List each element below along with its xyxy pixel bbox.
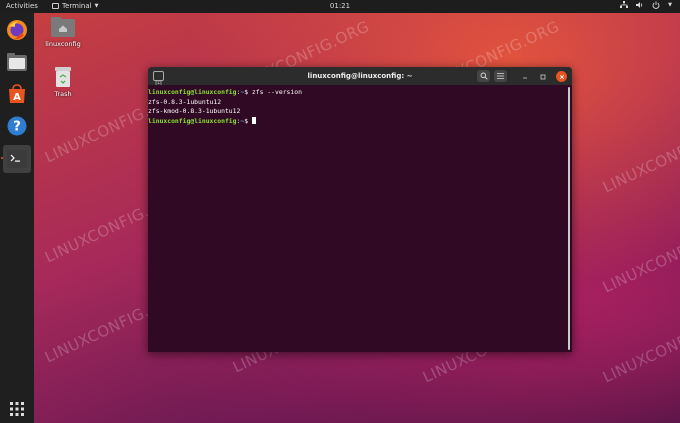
watermark: LINUXCONFIG.ORG xyxy=(600,307,680,387)
prompt-user: linuxconfig@linuxconfig xyxy=(148,116,237,125)
clock[interactable]: 01:21 xyxy=(0,2,680,10)
dock-item-firefox[interactable] xyxy=(4,17,30,43)
firefox-icon xyxy=(7,20,27,40)
desktop-home-folder[interactable]: linuxconfig xyxy=(43,17,83,48)
maximize-icon xyxy=(540,74,545,79)
files-icon xyxy=(7,53,27,71)
software-icon: A xyxy=(9,84,25,103)
terminal-scrollbar[interactable] xyxy=(568,87,570,350)
help-icon: ? xyxy=(7,116,27,136)
search-icon xyxy=(480,72,488,80)
window-title: linuxconfig@linuxconfig: ~ xyxy=(307,72,413,80)
trash-icon xyxy=(55,67,71,87)
menu-button[interactable] xyxy=(494,70,507,82)
dock: A ? xyxy=(0,13,34,423)
command-text: zfs --version xyxy=(248,88,302,96)
home-folder-icon xyxy=(51,17,75,37)
show-applications-button[interactable] xyxy=(4,396,30,422)
watermark: LINUXCONFIG.ORG xyxy=(600,217,680,297)
terminal-header-bar[interactable]: linuxconfig@linuxconfig: ~ xyxy=(148,67,572,85)
dock-item-terminal[interactable] xyxy=(3,145,31,173)
power-icon xyxy=(652,1,660,9)
text-cursor xyxy=(251,116,256,124)
dock-item-software[interactable]: A xyxy=(4,81,30,107)
desktop-trash[interactable]: Trash xyxy=(43,67,83,98)
prompt-user: linuxconfig@linuxconfig xyxy=(148,88,237,96)
home-folder-label: linuxconfig xyxy=(45,40,81,48)
close-icon xyxy=(559,74,564,79)
watermark: LINUXCONFIG.ORG xyxy=(600,117,680,197)
dock-item-files[interactable] xyxy=(4,49,30,75)
terminal-output[interactable]: linuxconfig@linuxconfig:~$ zfs --version… xyxy=(148,85,566,352)
top-bar: Activities Terminal ▼ 01:21 ▼ xyxy=(0,0,680,13)
show-applications-icon xyxy=(10,402,24,416)
minimize-button[interactable] xyxy=(519,71,530,82)
minimize-icon xyxy=(522,77,527,78)
terminal-window[interactable]: linuxconfig@linuxconfig: ~ linuxconfig@l… xyxy=(148,67,572,352)
search-button[interactable] xyxy=(477,70,490,82)
chevron-down-icon: ▼ xyxy=(668,2,672,8)
system-menu[interactable]: ▼ xyxy=(620,1,672,9)
terminal-line: zfs-kmod-0.8.3-1ubuntu12 xyxy=(148,107,241,115)
maximize-button[interactable] xyxy=(537,71,548,82)
svg-text:?: ? xyxy=(13,120,21,135)
svg-text:A: A xyxy=(13,92,21,103)
terminal-line: linuxconfig@linuxconfig:~$ zfs --version xyxy=(148,88,566,98)
terminal-line: linuxconfig@linuxconfig:~$ xyxy=(148,116,566,127)
close-button[interactable] xyxy=(556,71,567,82)
hamburger-menu-icon xyxy=(497,73,504,79)
trash-label: Trash xyxy=(54,90,72,98)
network-icon xyxy=(620,1,629,9)
terminal-icon xyxy=(7,150,27,168)
dock-item-help[interactable]: ? xyxy=(4,113,30,139)
volume-icon xyxy=(636,1,644,9)
terminal-line: zfs-0.8.3-1ubuntu12 xyxy=(148,97,222,106)
